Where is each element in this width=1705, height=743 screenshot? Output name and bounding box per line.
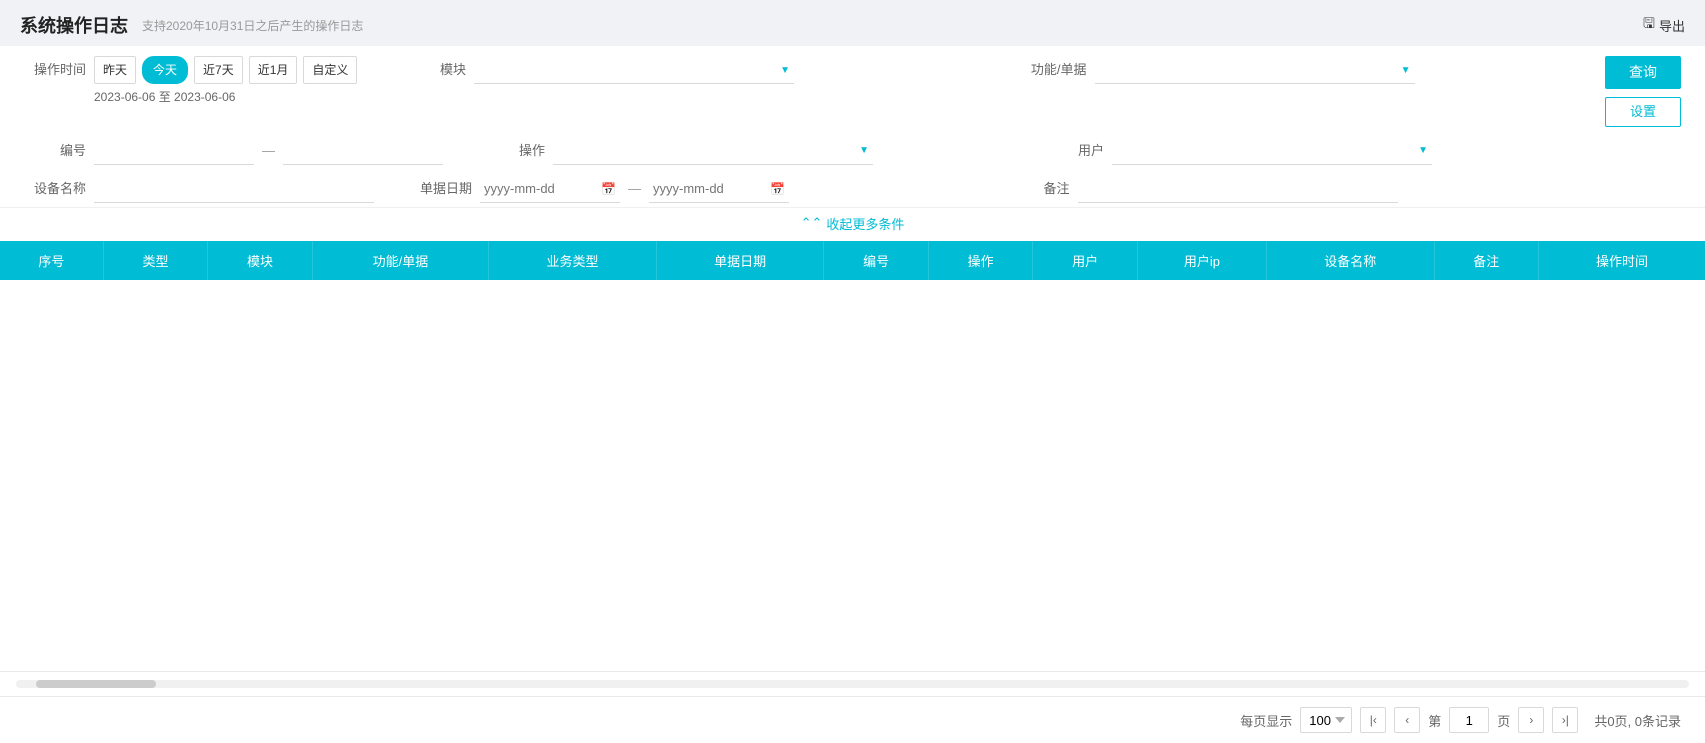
time-buttons: 昨天 今天 近7天 近1月 自定义 <box>94 56 357 84</box>
remark-input[interactable] <box>1078 175 1398 203</box>
code-label: 编号 <box>24 137 94 165</box>
time-filter-group: 操作时间 昨天 今天 近7天 近1月 自定义 2023-06-06 至 2023… <box>24 56 364 105</box>
func-select[interactable] <box>1095 56 1415 84</box>
time-today[interactable]: 今天 <box>142 56 188 84</box>
table-header: 序号 类型 模块 功能/单据 业务类型 单据日期 编号 操作 用户 用户ip 设… <box>0 241 1705 280</box>
date-end-wrapper: 📅 <box>649 175 789 203</box>
col-operation: 操作 <box>928 241 1032 280</box>
col-type: 类型 <box>103 241 207 280</box>
collapse-button[interactable]: ⌃⌃ 收起更多条件 <box>801 214 905 233</box>
pagination-bar: 每页显示 100 50 200 |‹ ‹ 第 页 › ›| 共0页, 0条记录 <box>0 696 1705 743</box>
time-custom[interactable]: 自定义 <box>303 56 357 84</box>
settings-button[interactable]: 设置 <box>1605 97 1681 127</box>
header-left: 系统操作日志 支持2020年10月31日之后产生的操作日志 <box>20 12 363 38</box>
empty-area <box>0 280 1705 672</box>
export-label: 导出 <box>1659 16 1685 35</box>
user-select[interactable] <box>1112 137 1432 165</box>
table-area: 序号 类型 模块 功能/单据 业务类型 单据日期 编号 操作 用户 用户ip 设… <box>0 241 1705 672</box>
export-button[interactable]: 🖫 导出 <box>1643 13 1685 37</box>
col-device: 设备名称 <box>1266 241 1434 280</box>
per-page-label: 每页显示 <box>1240 711 1292 730</box>
col-user-ip: 用户ip <box>1137 241 1266 280</box>
operation-label: 操作 <box>483 137 553 165</box>
user-filter: 用户 ▼ <box>1042 137 1561 165</box>
module-select-wrapper: ▼ <box>474 56 794 84</box>
next-page-button[interactable]: › <box>1518 707 1544 733</box>
date-start-wrapper: 📅 <box>480 175 620 203</box>
page-number-input[interactable] <box>1449 707 1489 733</box>
col-biz-type: 业务类型 <box>489 241 657 280</box>
remark-label: 备注 <box>1008 175 1078 203</box>
page-label: 第 <box>1428 711 1441 730</box>
time-7days[interactable]: 近7天 <box>194 56 243 84</box>
calendar-start-icon[interactable]: 📅 <box>601 182 616 196</box>
col-index: 序号 <box>0 241 103 280</box>
date-label: 单据日期 <box>414 175 480 203</box>
filter-row-2: 编号 — 操作 ▼ 用户 <box>0 127 1705 165</box>
operation-filter: 操作 ▼ <box>483 137 1002 165</box>
col-op-time: 操作时间 <box>1539 241 1705 280</box>
scrollbar-thumb[interactable] <box>36 680 156 688</box>
table-header-row: 序号 类型 模块 功能/单据 业务类型 单据日期 编号 操作 用户 用户ip 设… <box>0 241 1705 280</box>
filter-area: 操作时间 昨天 今天 近7天 近1月 自定义 2023-06-06 至 2023… <box>0 46 1705 241</box>
operation-select-wrapper: ▼ <box>553 137 873 165</box>
export-icon: 🖫 <box>1643 13 1655 37</box>
col-code: 编号 <box>824 241 928 280</box>
scrollbar-track[interactable] <box>16 680 1689 688</box>
last-page-button[interactable]: ›| <box>1552 707 1578 733</box>
device-filter: 设备名称 <box>24 175 374 203</box>
time-yesterday[interactable]: 昨天 <box>94 56 136 84</box>
code-input-end[interactable] <box>283 137 443 165</box>
func-label: 功能/单据 <box>1015 56 1095 84</box>
col-remark: 备注 <box>1434 241 1538 280</box>
time-range-text: 2023-06-06 至 2023-06-06 <box>94 88 357 105</box>
query-button[interactable]: 查询 <box>1605 56 1681 89</box>
time-1month[interactable]: 近1月 <box>249 56 298 84</box>
filter-row-1: 操作时间 昨天 今天 近7天 近1月 自定义 2023-06-06 至 2023… <box>0 46 1705 127</box>
page-size-select[interactable]: 100 50 200 <box>1300 707 1352 733</box>
scrollbar-area <box>0 671 1705 696</box>
page-unit: 页 <box>1497 711 1510 730</box>
total-label: 共0页, 0条记录 <box>1594 711 1681 730</box>
calendar-end-icon[interactable]: 📅 <box>770 182 785 196</box>
time-label: 操作时间 <box>24 56 94 84</box>
col-func: 功能/单据 <box>312 241 488 280</box>
first-page-button[interactable]: |‹ <box>1360 707 1386 733</box>
user-select-wrapper: ▼ <box>1112 137 1432 165</box>
code-input-start[interactable] <box>94 137 254 165</box>
data-table: 序号 类型 模块 功能/单据 业务类型 单据日期 编号 操作 用户 用户ip 设… <box>0 241 1705 280</box>
page-container: 系统操作日志 支持2020年10月31日之后产生的操作日志 🖫 导出 操作时间 … <box>0 0 1705 743</box>
device-label: 设备名称 <box>24 175 94 203</box>
user-label: 用户 <box>1042 137 1112 165</box>
date-filter: 单据日期 📅 — 📅 <box>414 175 968 203</box>
remark-filter: 备注 <box>1008 175 1562 203</box>
operation-select[interactable] <box>553 137 873 165</box>
col-doc-date: 单据日期 <box>656 241 824 280</box>
prev-page-button[interactable]: ‹ <box>1394 707 1420 733</box>
code-filter: 编号 — <box>24 137 443 165</box>
page-subtitle: 支持2020年10月31日之后产生的操作日志 <box>142 17 363 34</box>
code-dash: — <box>262 143 275 158</box>
page-title: 系统操作日志 <box>20 12 128 38</box>
func-filter: 功能/单据 ▼ <box>1015 56 1586 84</box>
date-dash: — <box>628 181 641 196</box>
func-select-wrapper: ▼ <box>1095 56 1415 84</box>
date-start-input[interactable] <box>480 175 620 203</box>
time-options-wrapper: 昨天 今天 近7天 近1月 自定义 2023-06-06 至 2023-06-0… <box>94 56 357 105</box>
module-select[interactable] <box>474 56 794 84</box>
module-filter: 模块 ▼ <box>404 56 975 84</box>
page-header: 系统操作日志 支持2020年10月31日之后产生的操作日志 🖫 导出 <box>0 0 1705 46</box>
collapse-row: ⌃⌃ 收起更多条件 <box>0 207 1705 241</box>
col-user: 用户 <box>1033 241 1137 280</box>
collapse-label: 收起更多条件 <box>826 214 904 233</box>
filter-row-3: 设备名称 单据日期 📅 — 📅 备注 <box>0 165 1705 203</box>
device-input[interactable] <box>94 175 374 203</box>
action-buttons: 查询 设置 <box>1605 56 1681 127</box>
collapse-up-icon: ⌃⌃ <box>801 215 823 231</box>
col-module: 模块 <box>208 241 312 280</box>
date-end-input[interactable] <box>649 175 789 203</box>
module-label: 模块 <box>404 56 474 84</box>
